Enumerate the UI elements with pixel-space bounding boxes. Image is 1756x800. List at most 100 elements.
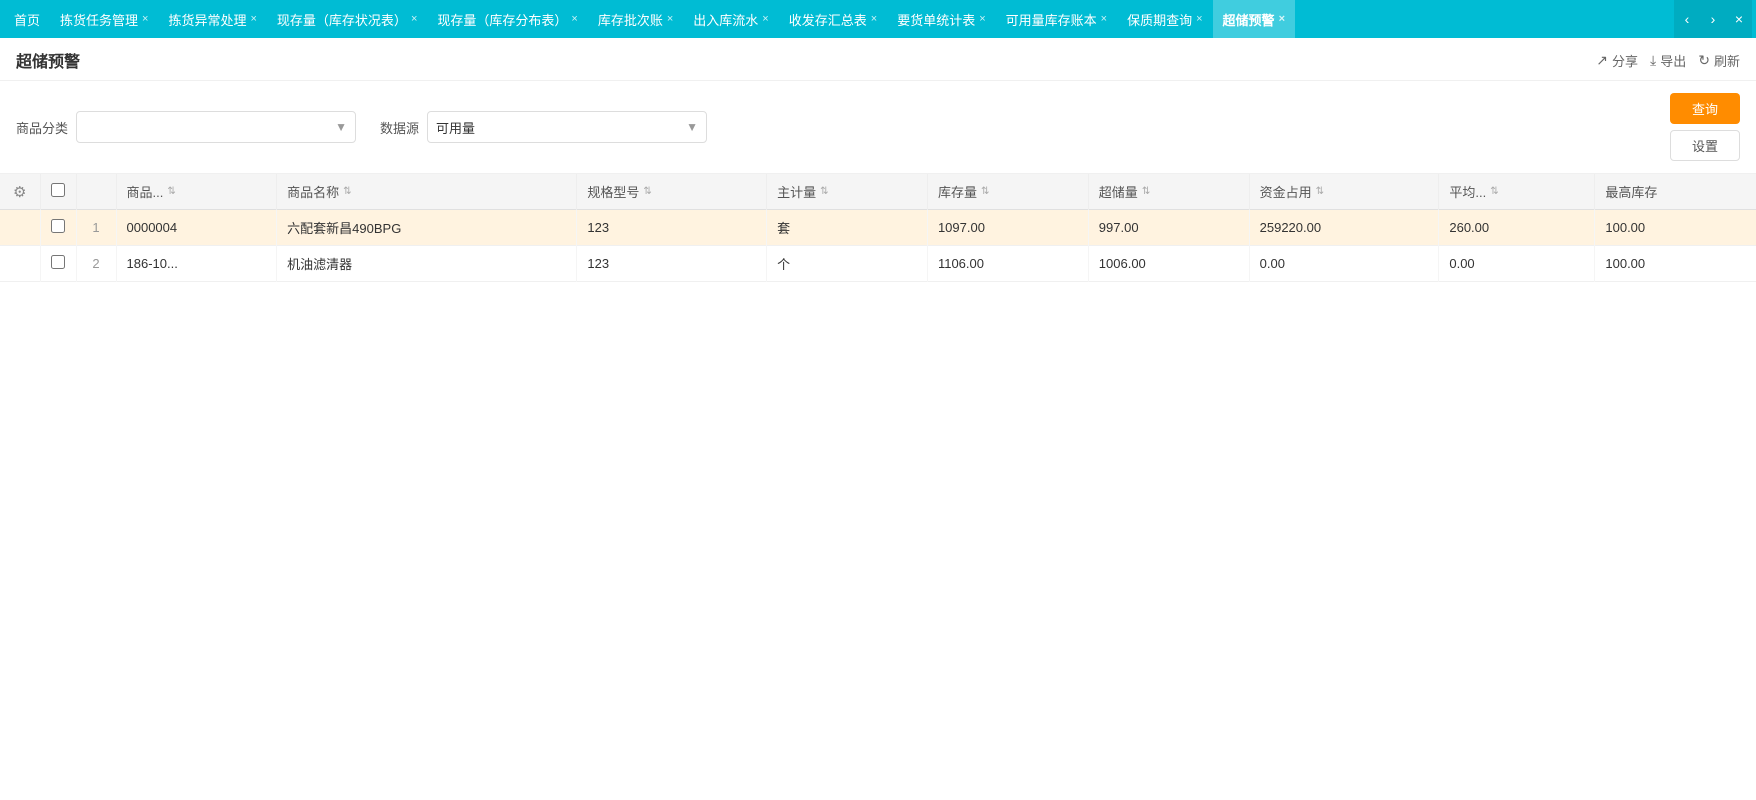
nav-close-2[interactable]: × <box>250 13 256 25</box>
header-actions: ↗ 分享 ⤓ 导出 ↻ 刷新 <box>1596 51 1740 70</box>
column-header-unit[interactable]: 主计量 ⇅ <box>767 174 928 210</box>
row-max-stock: 100.00 <box>1595 246 1756 282</box>
nav-item-xiancunliang-kuangkuang[interactable]: 现存量（库存状况表） × <box>267 0 427 38</box>
page-header: 超储预警 ↗ 分享 ⤓ 导出 ↻ 刷新 <box>0 38 1756 81</box>
sort-icon-product-name: ⇅ <box>343 186 351 197</box>
query-button[interactable]: 查询 <box>1670 93 1740 124</box>
column-header-product-code[interactable]: 商品... ⇅ <box>116 174 277 210</box>
nav-close-8[interactable]: × <box>979 13 985 25</box>
column-header-stock[interactable]: 库存量 ⇅ <box>927 174 1088 210</box>
row-overstock: 1006.00 <box>1088 246 1249 282</box>
table-row: 2 186-10... 机油滤清器 123 个 1106.00 1006.00 … <box>0 246 1756 282</box>
row-avg: 0.00 <box>1439 246 1595 282</box>
row-overstock: 997.00 <box>1088 210 1249 246</box>
nav-item-yaohuo-tongji[interactable]: 要货单统计表 × <box>887 0 995 38</box>
nav-close-11[interactable]: × <box>1279 13 1285 25</box>
row-product-code: 186-10... <box>116 246 277 282</box>
row-spec: 123 <box>577 210 767 246</box>
table-row: 1 0000004 六配套新昌490BPG 123 套 1097.00 997.… <box>0 210 1756 246</box>
nav-label-9: 可用量库存账本 <box>1006 10 1097 29</box>
refresh-button[interactable]: ↻ 刷新 <box>1698 51 1740 70</box>
nav-item-keyongliang-zhangben[interactable]: 可用量库存账本 × <box>996 0 1117 38</box>
export-label: 导出 <box>1660 51 1686 70</box>
row-gear-cell <box>0 210 40 246</box>
sort-icon-product-code: ⇅ <box>167 186 175 197</box>
datasource-arrow-icon: ▼ <box>686 120 698 134</box>
table-body: 1 0000004 六配套新昌490BPG 123 套 1097.00 997.… <box>0 210 1756 282</box>
gear-header-icon[interactable]: ⚙ <box>13 184 26 201</box>
share-label: 分享 <box>1612 51 1638 70</box>
datasource-select[interactable]: 可用量 ▼ <box>427 111 707 143</box>
row-spec: 123 <box>577 246 767 282</box>
product-category-select[interactable]: ▼ <box>76 111 356 143</box>
row-capital-used: 259220.00 <box>1249 210 1439 246</box>
datasource-label: 数据源 <box>380 118 419 137</box>
column-header-spec[interactable]: 规格型号 ⇅ <box>577 174 767 210</box>
filter-area: 商品分类 ▼ 数据源 可用量 ▼ 查询 设置 <box>0 81 1756 174</box>
data-table: ⚙ 商品... ⇅ 商品名称 ⇅ <box>0 174 1756 282</box>
nav-close-5[interactable]: × <box>667 13 673 25</box>
nav-label-4: 现存量（库存分布表） <box>437 10 567 29</box>
nav-close-10[interactable]: × <box>1196 13 1202 25</box>
settings-button[interactable]: 设置 <box>1670 130 1740 161</box>
row-num: 1 <box>76 210 116 246</box>
column-header-capital-used[interactable]: 资金占用 ⇅ <box>1249 174 1439 210</box>
table-container: ⚙ 商品... ⇅ 商品名称 ⇅ <box>0 174 1756 282</box>
datasource-filter: 数据源 可用量 ▼ <box>380 111 707 143</box>
column-header-overstock[interactable]: 超储量 ⇅ <box>1088 174 1249 210</box>
nav-close-all-btn[interactable]: × <box>1726 0 1752 38</box>
nav-item-churu-liushui[interactable]: 出入库流水 × <box>683 0 778 38</box>
sort-icon-spec: ⇅ <box>643 186 651 197</box>
nav-label-3: 现存量（库存状况表） <box>277 10 407 29</box>
nav-item-jianhuo-renwu[interactable]: 拣货任务管理 × <box>50 0 158 38</box>
column-header-checkbox[interactable] <box>40 174 76 210</box>
nav-item-shoufacun-huizong[interactable]: 收发存汇总表 × <box>779 0 887 38</box>
sort-icon-overstock: ⇅ <box>1142 186 1150 197</box>
row-checkbox-cell[interactable] <box>40 246 76 282</box>
sort-icon-avg: ⇅ <box>1490 186 1498 197</box>
row-product-name: 机油滤清器 <box>277 246 577 282</box>
nav-item-home[interactable]: 首页 <box>4 0 50 38</box>
sort-icon-unit: ⇅ <box>820 186 828 197</box>
row-checkbox-0[interactable] <box>51 219 65 233</box>
nav-close-6[interactable]: × <box>762 13 768 25</box>
nav-item-jianhuo-yichang[interactable]: 拣货异常处理 × <box>158 0 266 38</box>
row-product-name: 六配套新昌490BPG <box>277 210 577 246</box>
nav-item-kucun-pizhang[interactable]: 库存批次账 × <box>588 0 683 38</box>
column-header-product-name[interactable]: 商品名称 ⇅ <box>277 174 577 210</box>
row-checkbox-cell[interactable] <box>40 210 76 246</box>
refresh-icon: ↻ <box>1698 52 1710 69</box>
nav-close-7[interactable]: × <box>871 13 877 25</box>
share-button[interactable]: ↗ 分享 <box>1596 51 1638 70</box>
nav-label-1: 拣货任务管理 <box>60 10 138 29</box>
nav-close-3[interactable]: × <box>411 13 417 25</box>
column-header-gear: ⚙ <box>0 174 40 210</box>
nav-close-9[interactable]: × <box>1101 13 1107 25</box>
select-all-checkbox[interactable] <box>51 183 65 197</box>
export-button[interactable]: ⤓ 导出 <box>1650 51 1686 70</box>
nav-close-4[interactable]: × <box>571 13 577 25</box>
nav-item-baozhi-chaxun[interactable]: 保质期查询 × <box>1117 0 1212 38</box>
nav-next-btn[interactable]: › <box>1700 0 1726 38</box>
nav-arrows: ‹ › × <box>1674 0 1752 38</box>
product-category-arrow-icon: ▼ <box>335 120 347 134</box>
nav-label-7: 收发存汇总表 <box>789 10 867 29</box>
column-header-max-stock[interactable]: 最高库存 <box>1595 174 1756 210</box>
product-category-filter: 商品分类 ▼ <box>16 111 356 143</box>
nav-prev-btn[interactable]: ‹ <box>1674 0 1700 38</box>
row-avg: 260.00 <box>1439 210 1595 246</box>
nav-label-11: 超储预警 <box>1223 10 1275 29</box>
row-num: 2 <box>76 246 116 282</box>
nav-item-chachu-yujing[interactable]: 超储预警 × <box>1213 0 1295 38</box>
row-checkbox-1[interactable] <box>51 255 65 269</box>
row-max-stock: 100.00 <box>1595 210 1756 246</box>
column-header-avg[interactable]: 平均... ⇅ <box>1439 174 1595 210</box>
refresh-label: 刷新 <box>1714 51 1740 70</box>
filter-buttons: 查询 设置 <box>1670 93 1740 161</box>
nav-close-1[interactable]: × <box>142 13 148 25</box>
sort-icon-capital-used: ⇅ <box>1316 186 1324 197</box>
row-gear-cell <box>0 246 40 282</box>
nav-item-xiancunliang-fenbiao[interactable]: 现存量（库存分布表） × <box>427 0 587 38</box>
row-unit: 个 <box>767 246 928 282</box>
page-title: 超储预警 <box>16 48 80 72</box>
